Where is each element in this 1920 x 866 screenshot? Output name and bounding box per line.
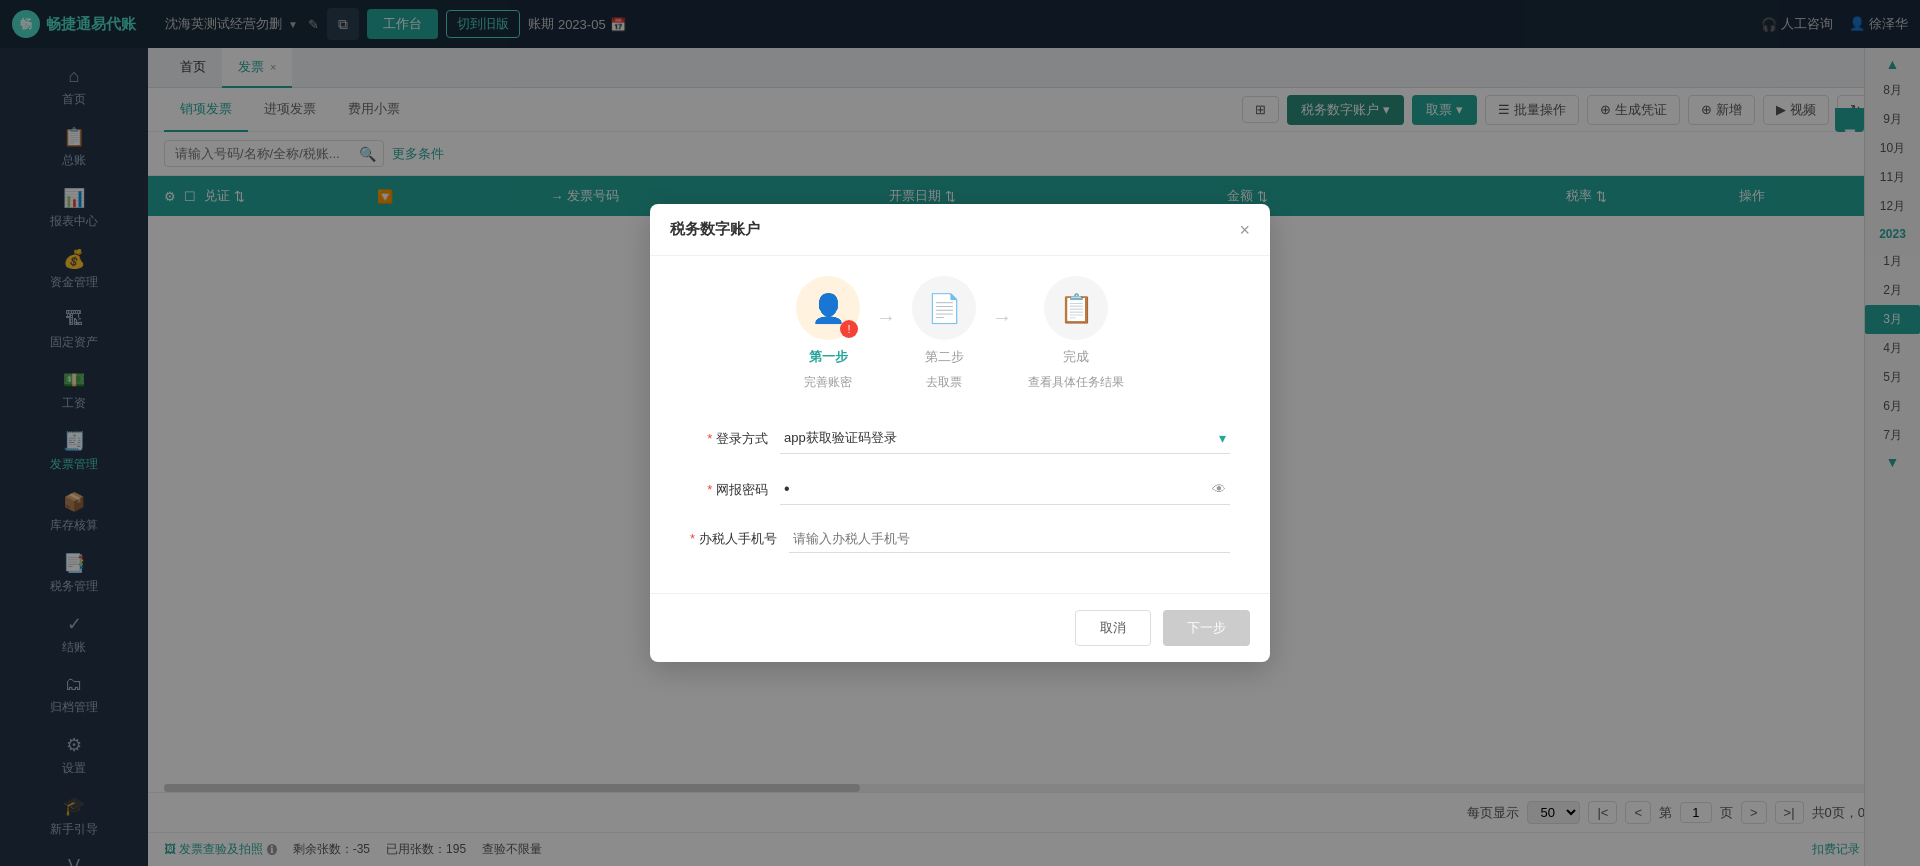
step-3-desc: 查看具体任务结果 [1028,374,1124,391]
step-3-icon: 📋 [1059,292,1094,325]
step-3-icon-wrap: 📋 [1044,276,1108,340]
modal-overlay[interactable]: 税务数字账户 × 👤 ! 第一步 完善账密 → [0,0,1920,866]
login-method-label: * 登录方式 [690,430,780,448]
step-1-badge: ! [840,320,858,338]
step-2-label: 第二步 [925,348,964,366]
step-1: 👤 ! 第一步 完善账密 [796,276,860,391]
modal-dialog: 税务数字账户 × 👤 ! 第一步 完善账密 → [650,204,1270,662]
modal-footer: 取消 下一步 [650,593,1270,662]
step-2-desc: 去取票 [926,374,962,391]
form-row-login-method: * 登录方式 app获取验证码登录 ▾ [690,423,1230,454]
step-arrow-2: → [976,306,1028,361]
step-2: 📄 第二步 去取票 [912,276,976,391]
step-3-label: 完成 [1063,348,1089,366]
login-method-value: app获取验证码登录 [784,429,1219,447]
modal-cancel-button[interactable]: 取消 [1075,610,1151,646]
step-1-icon: 👤 [811,292,846,325]
step-2-icon-wrap: 📄 [912,276,976,340]
password-value: • [784,480,1212,498]
steps: 👤 ! 第一步 完善账密 → 📄 第二步 去取票 → [690,276,1230,391]
modal-header: 税务数字账户 × [650,204,1270,256]
form-row-password: * 网报密码 • 👁 [690,474,1230,505]
login-method-dropdown-icon: ▾ [1219,430,1226,446]
phone-label: * 办税人手机号 [690,530,789,548]
modal-close-button[interactable]: × [1239,221,1250,239]
step-arrow-1: → [860,306,912,361]
modal-title: 税务数字账户 [670,220,760,239]
phone-input[interactable] [789,525,1230,553]
step-2-icon: 📄 [927,292,962,325]
step-1-desc: 完善账密 [804,374,852,391]
step-1-label: 第一步 [809,348,848,366]
password-eye-icon[interactable]: 👁 [1212,481,1226,497]
password-label: * 网报密码 [690,481,780,499]
form-row-phone: * 办税人手机号 [690,525,1230,553]
step-1-icon-wrap: 👤 ! [796,276,860,340]
login-method-select[interactable]: app获取验证码登录 ▾ [780,423,1230,454]
modal-body: 👤 ! 第一步 完善账密 → 📄 第二步 去取票 → [650,256,1270,593]
password-field[interactable]: • 👁 [780,474,1230,505]
step-3: 📋 完成 查看具体任务结果 [1028,276,1124,391]
modal-next-button[interactable]: 下一步 [1163,610,1250,646]
